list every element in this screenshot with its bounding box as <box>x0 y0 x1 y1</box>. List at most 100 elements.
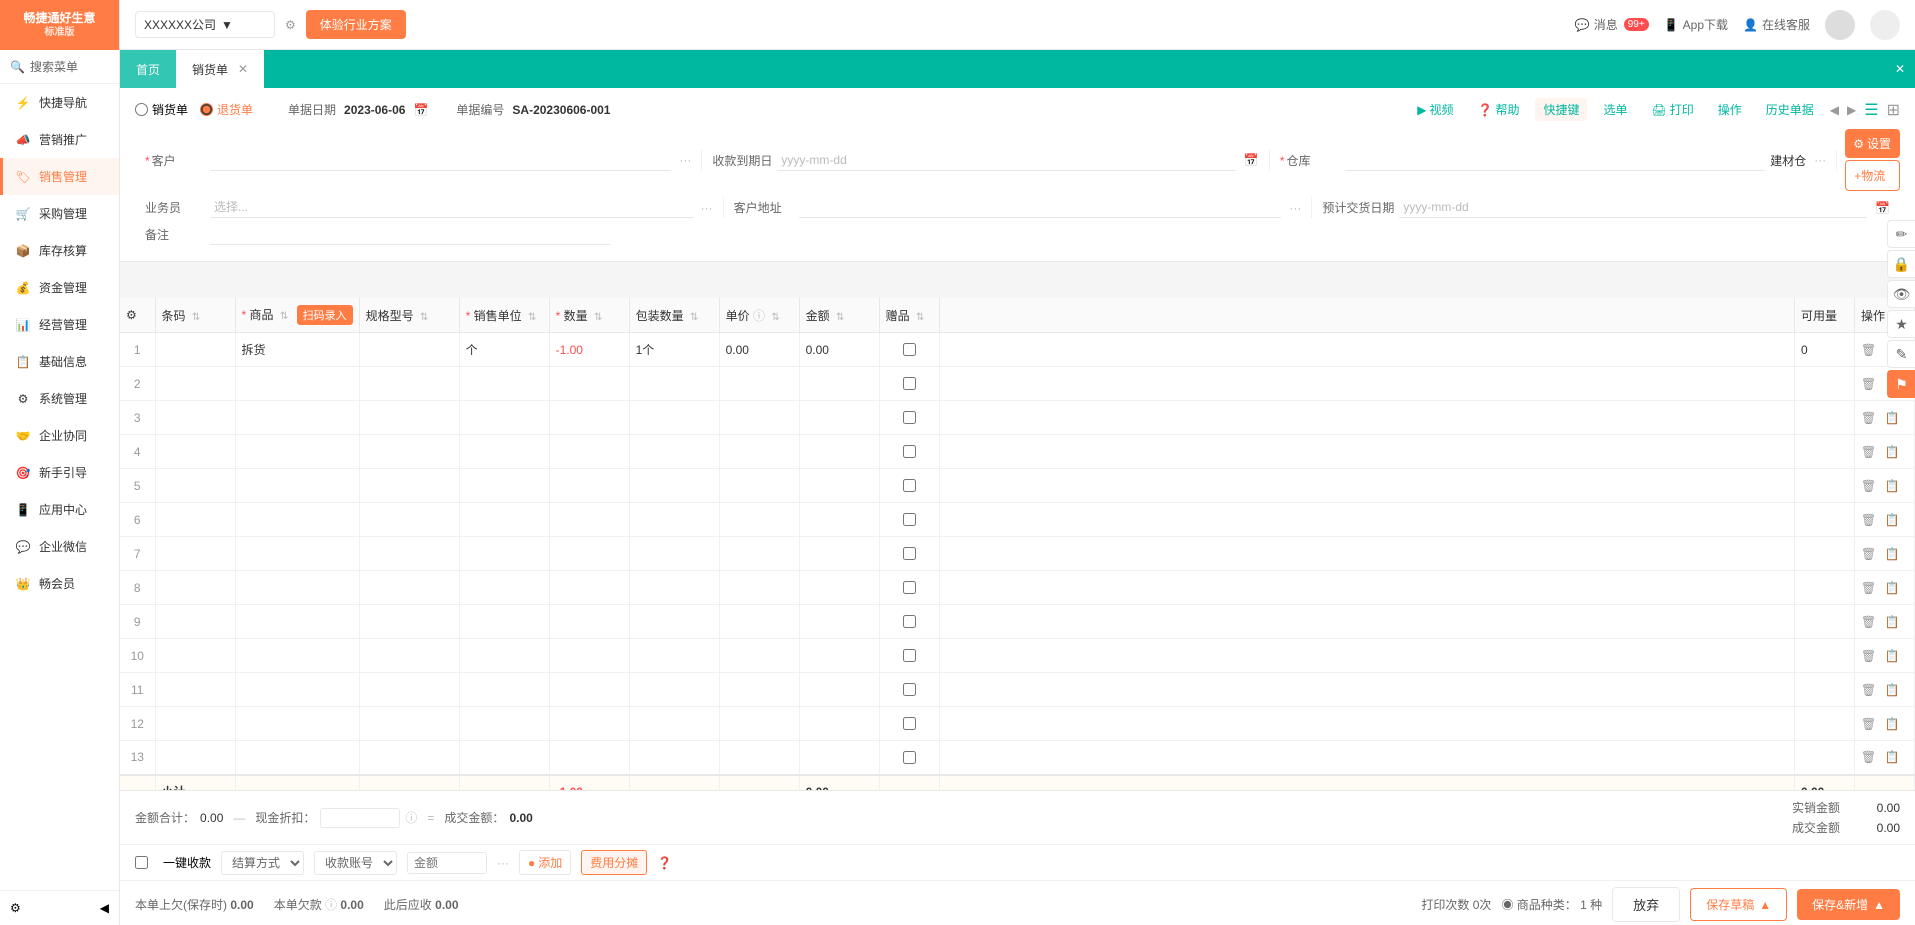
sidebar-item-guide[interactable]: 🎯 新手引导 <box>0 454 119 491</box>
receive-date-calendar-icon[interactable]: 📅 <box>1244 153 1259 167</box>
cell-barcode-10[interactable] <box>155 639 235 673</box>
cell-qty-4[interactable] <box>549 435 629 469</box>
cell-unit-7[interactable] <box>459 537 549 571</box>
cell-amount-12[interactable] <box>799 707 879 741</box>
cell-spec-2[interactable] <box>359 367 459 401</box>
cell-gift-3[interactable] <box>879 401 939 435</box>
delete-icon-10[interactable]: 🗑 <box>1861 649 1876 663</box>
cell-gift-13[interactable] <box>879 741 939 775</box>
sidebar-search[interactable]: 🔍 搜索菜单 <box>0 50 119 84</box>
warehouse-dots[interactable]: ··· <box>1814 153 1826 167</box>
cell-amount-13[interactable] <box>799 741 879 775</box>
sidebar-item-operation[interactable]: 📊 经营管理 <box>0 306 119 343</box>
cell-amount-9[interactable] <box>799 605 879 639</box>
select-btn[interactable]: 选单 <box>1595 98 1635 121</box>
cell-gift-11[interactable] <box>879 673 939 707</box>
cell-amount-6[interactable] <box>799 503 879 537</box>
trial-btn[interactable]: 体验行业方案 <box>306 10 406 39</box>
cell-qty-9[interactable] <box>549 605 629 639</box>
copy-icon-7[interactable]: 📋 <box>1885 547 1900 561</box>
close-window-icon[interactable]: ✕ <box>1895 62 1905 76</box>
cell-product-9[interactable] <box>235 605 359 639</box>
right-panel-star[interactable]: ★ <box>1887 310 1915 338</box>
bank-account-select[interactable]: 收款账号 <box>314 851 397 875</box>
tab-close-icon[interactable]: ✕ <box>238 62 248 76</box>
copy-icon-5[interactable]: 📋 <box>1885 479 1900 493</box>
cell-product-13[interactable] <box>235 741 359 775</box>
tab-home[interactable]: 首页 <box>120 50 176 88</box>
cell-amount-7[interactable] <box>799 537 879 571</box>
cell-price-12[interactable] <box>719 707 799 741</box>
cell-price-7[interactable] <box>719 537 799 571</box>
cell-barcode-6[interactable] <box>155 503 235 537</box>
cell-qty-5[interactable] <box>549 469 629 503</box>
cell-barcode-4[interactable] <box>155 435 235 469</box>
copy-icon-8[interactable]: 📋 <box>1885 581 1900 595</box>
cell-unit-10[interactable] <box>459 639 549 673</box>
next-icon[interactable]: ▶ <box>1847 103 1856 117</box>
cell-unit-5[interactable] <box>459 469 549 503</box>
sidebar-item-app-center[interactable]: 📱 应用中心 <box>0 491 119 528</box>
settings-icon[interactable]: ⚙ <box>10 901 21 915</box>
cell-product-2[interactable] <box>235 367 359 401</box>
cell-gift-8[interactable] <box>879 571 939 605</box>
cell-barcode-1[interactable] <box>155 333 235 367</box>
delete-icon-4[interactable]: 🗑 <box>1861 445 1876 459</box>
operate-btn[interactable]: 操作 <box>1710 98 1750 121</box>
cell-barcode-12[interactable] <box>155 707 235 741</box>
copy-icon-9[interactable]: 📋 <box>1885 615 1900 629</box>
cell-amount-4[interactable] <box>799 435 879 469</box>
cell-spec-9[interactable] <box>359 605 459 639</box>
cell-amount-11[interactable] <box>799 673 879 707</box>
print-btn[interactable]: 🖨 打印 <box>1644 98 1702 121</box>
cell-spec-13[interactable] <box>359 741 459 775</box>
sidebar-item-basic-info[interactable]: 📋 基础信息 <box>0 343 119 380</box>
delete-icon-1[interactable]: 🗑 <box>1861 343 1876 357</box>
cell-price-9[interactable] <box>719 605 799 639</box>
cell-product-12[interactable] <box>235 707 359 741</box>
cell-gift-10[interactable] <box>879 639 939 673</box>
cell-price-4[interactable] <box>719 435 799 469</box>
customer-addr-input[interactable] <box>799 197 1282 218</box>
expected-date-input[interactable] <box>1399 197 1867 218</box>
cell-gift-1[interactable] <box>879 333 939 367</box>
copy-icon-4[interactable]: 📋 <box>1885 445 1900 459</box>
cell-pack-qty-4[interactable] <box>629 435 719 469</box>
copy-icon-10[interactable]: 📋 <box>1885 649 1900 663</box>
receive-date-input[interactable] <box>777 150 1235 171</box>
radio-sales-order[interactable]: 销货单 <box>135 101 188 118</box>
salesman-dots[interactable]: ··· <box>701 201 713 215</box>
copy-icon-6[interactable]: 📋 <box>1885 513 1900 527</box>
sidebar-item-inventory[interactable]: 📦 库存核算 <box>0 232 119 269</box>
cell-spec-7[interactable] <box>359 537 459 571</box>
app-download-btn[interactable]: 📱 App下载 <box>1664 16 1728 33</box>
cell-amount-8[interactable] <box>799 571 879 605</box>
cell-qty-12[interactable] <box>549 707 629 741</box>
cell-qty-7[interactable] <box>549 537 629 571</box>
message-btn[interactable]: 💬 消息 99+ <box>1575 16 1649 33</box>
sidebar-item-system[interactable]: ⚙ 系统管理 <box>0 380 119 417</box>
collapse-icon[interactable]: ◀ <box>100 901 109 915</box>
radio-return-order[interactable]: 退货单 <box>200 101 253 118</box>
delete-icon-7[interactable]: 🗑 <box>1861 547 1876 561</box>
sidebar-item-purchase[interactable]: 🛒 采购管理 <box>0 195 119 232</box>
cell-product-4[interactable] <box>235 435 359 469</box>
cell-pack-qty-8[interactable] <box>629 571 719 605</box>
cell-product-8[interactable] <box>235 571 359 605</box>
cell-unit-11[interactable] <box>459 673 549 707</box>
gear-icon[interactable]: ⚙ <box>285 18 296 32</box>
right-panel-lock[interactable]: 🔒 <box>1887 250 1915 278</box>
remark-input[interactable] <box>210 224 610 245</box>
cell-product-11[interactable] <box>235 673 359 707</box>
cell-price-1[interactable]: 0.00 <box>719 333 799 367</box>
cell-unit-8[interactable] <box>459 571 549 605</box>
cell-barcode-3[interactable] <box>155 401 235 435</box>
cell-spec-11[interactable] <box>359 673 459 707</box>
cell-pack-qty-1[interactable]: 1个 <box>629 333 719 367</box>
dots-icon[interactable]: ··· <box>497 856 509 870</box>
delete-icon-11[interactable]: 🗑 <box>1861 683 1876 697</box>
delete-icon-5[interactable]: 🗑 <box>1861 479 1876 493</box>
cell-gift-2[interactable] <box>879 367 939 401</box>
sidebar-item-finance[interactable]: 💰 资金管理 <box>0 269 119 306</box>
cell-spec-1[interactable] <box>359 333 459 367</box>
